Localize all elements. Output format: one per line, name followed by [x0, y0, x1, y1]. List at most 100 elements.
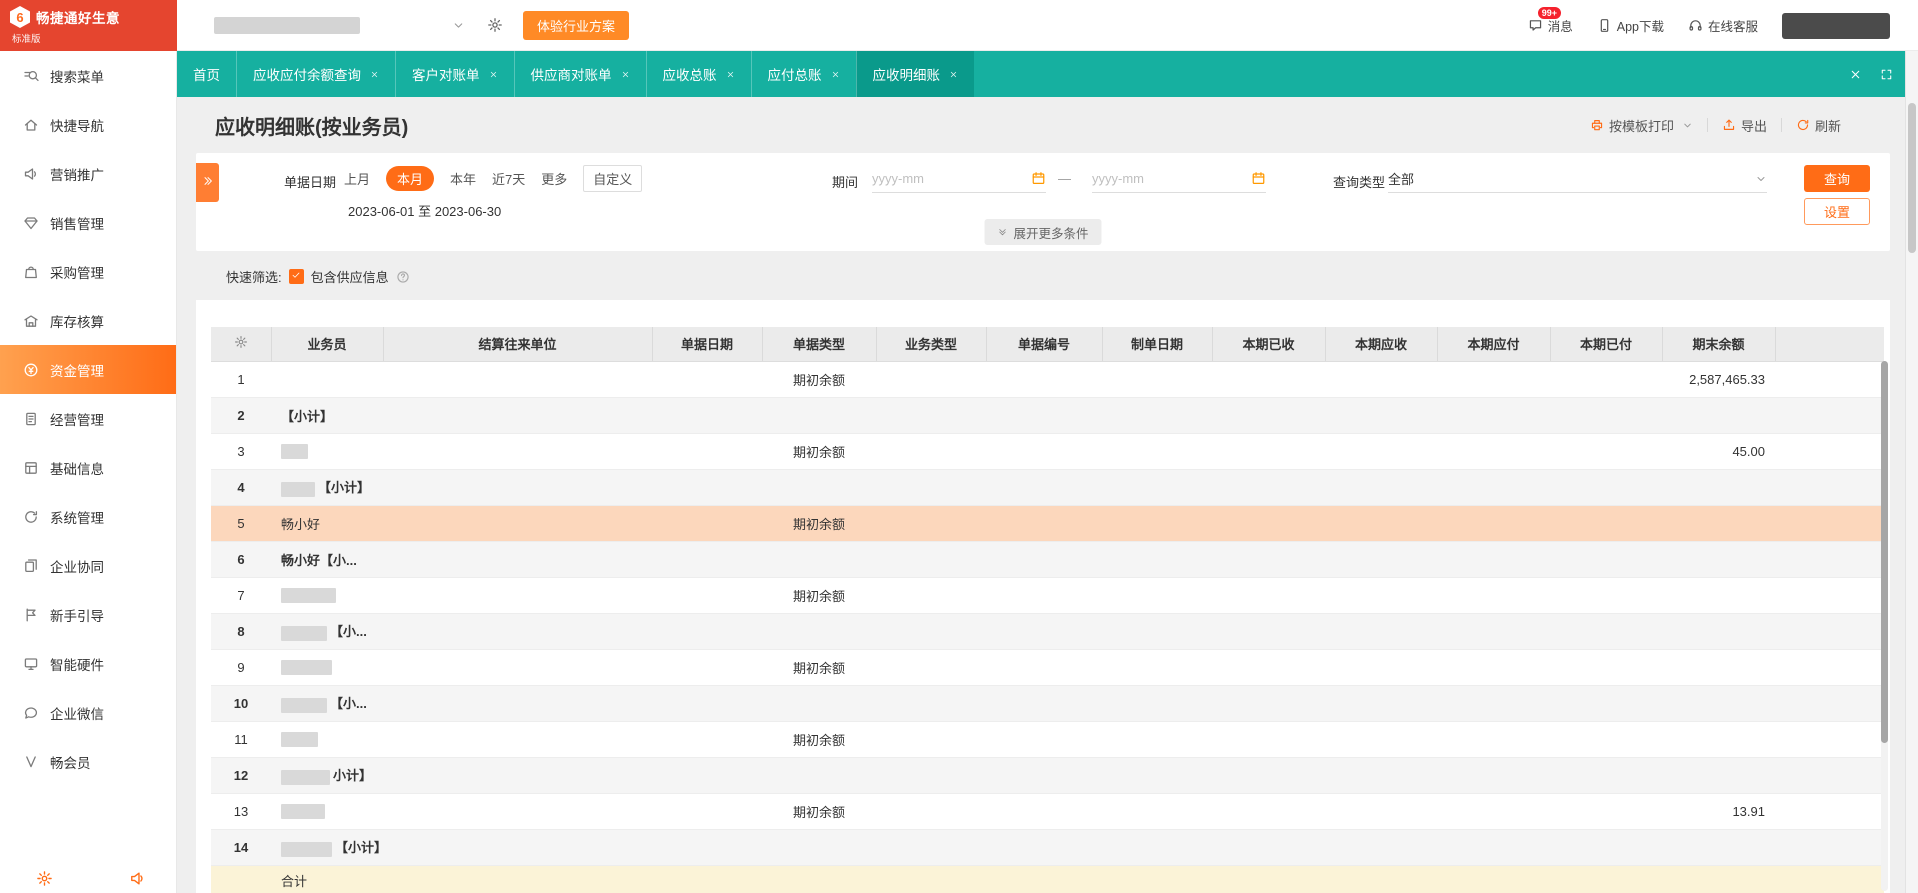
table-row[interactable]: 14 【小计】 [211, 829, 1884, 866]
table-row[interactable]: 1 期初余额 2,587,465.33 [211, 361, 1884, 398]
sidebar-item-wechat[interactable]: 企业微信 [0, 688, 176, 737]
column-header[interactable]: 制单日期 [1102, 327, 1213, 362]
date-option-5[interactable]: 自定义 [583, 164, 643, 192]
doc-type-cell [762, 829, 876, 866]
print-by-template-button[interactable]: 按模板打印 [1590, 116, 1693, 135]
table-row[interactable]: 10 【小... [211, 685, 1884, 722]
sidebar-item-collab[interactable]: 企业协同 [0, 541, 176, 590]
tab-3[interactable]: 供应商对账单 [513, 51, 646, 97]
settings-button[interactable]: 设置 [1804, 198, 1870, 225]
calendar-icon[interactable] [1031, 171, 1046, 186]
row-index: 9 [211, 649, 271, 686]
column-header[interactable]: 期末余额 [1662, 327, 1776, 362]
refresh-button[interactable]: 刷新 [1796, 116, 1841, 135]
tab-6[interactable]: 应收明细账 [855, 51, 974, 97]
tab-close-icon[interactable] [726, 70, 735, 79]
column-settings-icon[interactable] [234, 335, 248, 349]
column-header[interactable]: 业务员 [271, 327, 384, 362]
fullscreen-icon[interactable] [1880, 68, 1893, 81]
table-row[interactable]: 12 小计】 [211, 757, 1884, 794]
column-header[interactable]: 本期应付 [1437, 327, 1551, 362]
table-scrollbar-thumb[interactable] [1881, 361, 1888, 743]
calendar-icon[interactable] [1251, 171, 1266, 186]
sidebar-item-label: 企业微信 [50, 706, 104, 722]
sidebar-item-label: 智能硬件 [50, 657, 104, 673]
online-service-button[interactable]: 在线客服 [1688, 16, 1758, 35]
tab-close-icon[interactable] [489, 70, 498, 79]
sidebar-item-hardware[interactable]: 智能硬件 [0, 639, 176, 688]
sidebar-item-baseinfo[interactable]: 基础信息 [0, 443, 176, 492]
date-option-4[interactable]: 更多 [541, 169, 567, 188]
sidebar-item-sales[interactable]: 销售管理 [0, 198, 176, 247]
search-button[interactable]: 查询 [1804, 165, 1870, 192]
column-header[interactable]: 单据类型 [762, 327, 877, 362]
cell [1775, 505, 1884, 542]
sidebar-item-search[interactable]: 搜索菜单 [0, 51, 176, 100]
org-name-redacted[interactable] [214, 17, 360, 34]
expand-more-button[interactable]: 展开更多条件 [984, 219, 1102, 245]
sidebar-item-guide[interactable]: 新手引导 [0, 590, 176, 639]
column-header[interactable]: 结算往来单位 [383, 327, 653, 362]
sidebar-item-home[interactable]: 快捷导航 [0, 100, 176, 149]
app-logo[interactable]: 6 畅捷通好生意 标准版 [0, 0, 177, 51]
tab-close-icon[interactable] [621, 70, 630, 79]
column-header[interactable]: 本期已付 [1550, 327, 1663, 362]
table-row[interactable]: 7 期初余额 [211, 577, 1884, 614]
trial-solution-button[interactable]: 体验行业方案 [523, 11, 630, 40]
page-scrollbar[interactable] [1905, 51, 1918, 893]
chevron-down-icon[interactable] [1682, 120, 1693, 131]
column-header[interactable]: 单据编号 [986, 327, 1103, 362]
page-scrollbar-thumb[interactable] [1908, 103, 1916, 253]
sidebar-item-member[interactable]: 畅会员 [0, 737, 176, 786]
column-header[interactable]: 本期应收 [1325, 327, 1438, 362]
sidebar-item-purchase[interactable]: 采购管理 [0, 247, 176, 296]
sidebar-settings-icon[interactable] [36, 870, 53, 887]
query-type-select[interactable]: 全部 [1388, 165, 1767, 193]
tab-1[interactable]: 应收应付余额查询 [236, 51, 395, 97]
tab-close-icon[interactable] [370, 70, 379, 79]
table-row[interactable]: 8 【小... [211, 613, 1884, 650]
table-row[interactable]: 11 期初余额 [211, 721, 1884, 758]
table-row[interactable]: 6 畅小好【小... [211, 541, 1884, 578]
tab-close-icon[interactable] [831, 70, 840, 79]
include-supplier-checkbox[interactable] [288, 269, 304, 284]
table-row[interactable]: 13 期初余额 13.91 [211, 793, 1884, 830]
tab-0[interactable]: 首页 [177, 51, 236, 97]
gear-icon[interactable] [487, 17, 503, 33]
column-header[interactable]: 单据日期 [652, 327, 763, 362]
cell [652, 541, 762, 578]
app-download-button[interactable]: App下载 [1597, 16, 1664, 35]
column-header[interactable]: 本期已收 [1212, 327, 1326, 362]
collapse-filter-button[interactable] [196, 163, 219, 202]
sidebar-item-system[interactable]: 系统管理 [0, 492, 176, 541]
export-button[interactable]: 导出 [1722, 116, 1767, 135]
messages-button[interactable]: 99+ 消息 [1528, 6, 1573, 35]
date-option-1[interactable]: 本月 [386, 165, 435, 191]
chevron-down-icon[interactable] [452, 19, 465, 32]
announcement-icon[interactable] [129, 870, 146, 887]
table-row[interactable]: 4 【小计】 [211, 469, 1884, 506]
table-row[interactable]: 3 期初余额 45.00 [211, 433, 1884, 470]
sidebar-item-funds[interactable]: 资金管理 [0, 345, 176, 394]
column-header[interactable]: 业务类型 [876, 327, 987, 362]
date-option-3[interactable]: 近7天 [492, 169, 525, 188]
sidebar-item-megaphone[interactable]: 营销推广 [0, 149, 176, 198]
user-info-redacted[interactable] [1782, 12, 1890, 39]
period-start-input[interactable] [872, 171, 1031, 186]
tab-5[interactable]: 应付总账 [750, 51, 856, 97]
help-icon[interactable] [396, 270, 410, 284]
total-row[interactable]: 合计 [211, 865, 1884, 893]
sidebar-item-operations[interactable]: 经营管理 [0, 394, 176, 443]
table-scrollbar[interactable] [1881, 361, 1888, 891]
tab-close-icon[interactable] [949, 70, 958, 79]
tab-2[interactable]: 客户对账单 [395, 51, 514, 97]
date-option-0[interactable]: 上月 [344, 169, 370, 188]
table-row[interactable]: 2 【小计】 [211, 397, 1884, 434]
period-end-input[interactable] [1092, 171, 1251, 186]
table-row[interactable]: 9 期初余额 [211, 649, 1884, 686]
table-row[interactable]: 5 畅小好 期初余额 [211, 505, 1884, 542]
close-tabs-icon[interactable] [1849, 68, 1862, 81]
date-option-2[interactable]: 本年 [450, 169, 476, 188]
sidebar-item-inventory[interactable]: 库存核算 [0, 296, 176, 345]
tab-4[interactable]: 应收总账 [645, 51, 751, 97]
